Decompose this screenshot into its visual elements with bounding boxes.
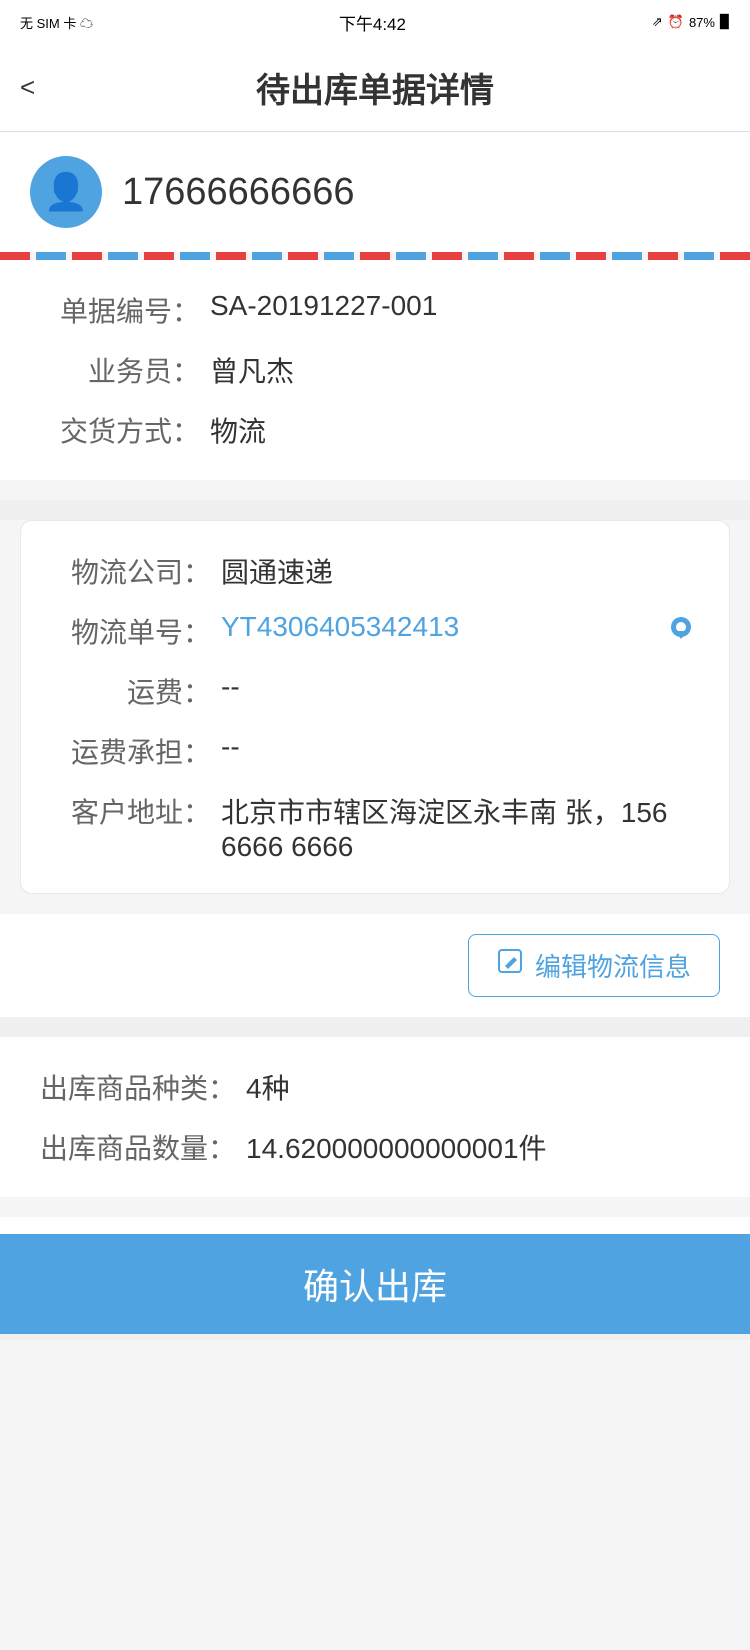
person-icon: 👤 bbox=[44, 171, 89, 213]
edit-icon bbox=[497, 948, 525, 983]
tracking-no-row: 物流单号： YT4306405342413 bbox=[51, 611, 699, 651]
edit-logistics-row: 编辑物流信息 bbox=[0, 914, 750, 1017]
status-left: 无 SIM 卡 ☁ bbox=[20, 13, 93, 32]
customer-header: 👤 17666666666 bbox=[0, 132, 750, 252]
nav-bar: < 待出库单据详情 bbox=[0, 44, 750, 132]
doc-no-value: SA-20191227-001 bbox=[210, 290, 710, 322]
status-bar: 无 SIM 卡 ☁ 下午4:42 ⇗ ⏰ 87% ▉ bbox=[0, 0, 750, 44]
page-title: 待出库单据详情 bbox=[256, 63, 494, 112]
status-right: ⇗ ⏰ 87% ▉ bbox=[652, 14, 730, 30]
address-row: 客户地址： 北京市市辖区海淀区永丰南 张，156 6666 6666 bbox=[51, 791, 699, 863]
confirm-outbound-button[interactable]: 确认出库 bbox=[0, 1258, 750, 1310]
logistics-company-label: 物流公司： bbox=[51, 551, 211, 591]
tracking-no-value: YT4306405342413 bbox=[221, 611, 653, 643]
edit-logistics-button[interactable]: 编辑物流信息 bbox=[468, 934, 720, 997]
goods-quantity-value: 14.620000000000001件 bbox=[246, 1127, 710, 1167]
delivery-method-row: 交货方式： 物流 bbox=[40, 410, 710, 450]
edit-logistics-label: 编辑物流信息 bbox=[535, 947, 691, 984]
freight-bearer-label: 运费承担： bbox=[51, 731, 211, 771]
salesperson-value: 曾凡杰 bbox=[210, 350, 710, 390]
freight-bearer-value: -- bbox=[221, 731, 699, 763]
location-status-icon: ⇗ bbox=[652, 14, 663, 30]
freight-label: 运费： bbox=[51, 671, 211, 711]
address-value: 北京市市辖区海淀区永丰南 张，156 6666 6666 bbox=[221, 791, 699, 863]
freight-bearer-row: 运费承担： -- bbox=[51, 731, 699, 771]
battery-icon: ▉ bbox=[720, 14, 730, 30]
battery-level: 87% bbox=[689, 15, 715, 30]
avatar: 👤 bbox=[30, 156, 102, 228]
logistics-company-row: 物流公司： 圆通速递 bbox=[51, 551, 699, 591]
goods-quantity-row: 出库商品数量： 14.620000000000001件 bbox=[40, 1127, 710, 1167]
salesperson-row: 业务员： 曾凡杰 bbox=[40, 350, 710, 390]
doc-no-label: 单据编号： bbox=[40, 290, 200, 330]
delivery-method-value: 物流 bbox=[210, 410, 710, 450]
goods-quantity-label: 出库商品数量： bbox=[40, 1127, 236, 1167]
goods-section: 出库商品种类： 4种 出库商品数量： 14.620000000000001件 bbox=[0, 1037, 750, 1197]
empty-space bbox=[0, 1340, 750, 1540]
bottom-confirm-area: 确认出库 bbox=[0, 1234, 750, 1334]
order-info-section: 单据编号： SA-20191227-001 业务员： 曾凡杰 交货方式： 物流 bbox=[0, 260, 750, 480]
section-separator-2 bbox=[0, 1017, 750, 1037]
goods-types-label: 出库商品种类： bbox=[40, 1067, 236, 1107]
freight-value: -- bbox=[221, 671, 699, 703]
goods-types-value: 4种 bbox=[246, 1067, 710, 1107]
goods-types-row: 出库商品种类： 4种 bbox=[40, 1067, 710, 1107]
freight-row: 运费： -- bbox=[51, 671, 699, 711]
salesperson-label: 业务员： bbox=[40, 350, 200, 390]
logistics-company-value: 圆通速递 bbox=[221, 551, 699, 591]
tracking-no-label: 物流单号： bbox=[51, 611, 211, 651]
alarm-icon: ⏰ bbox=[668, 14, 684, 30]
map-pin-icon[interactable] bbox=[663, 611, 699, 647]
dashed-divider bbox=[0, 252, 750, 260]
delivery-method-label: 交货方式： bbox=[40, 410, 200, 450]
address-label: 客户地址： bbox=[51, 791, 211, 831]
customer-phone: 17666666666 bbox=[122, 171, 354, 214]
status-time: 下午4:42 bbox=[339, 10, 406, 35]
back-button[interactable]: < bbox=[20, 72, 35, 103]
logistics-section: 物流公司： 圆通速递 物流单号： YT4306405342413 运费： -- … bbox=[20, 520, 730, 894]
section-separator-1 bbox=[0, 500, 750, 520]
doc-no-row: 单据编号： SA-20191227-001 bbox=[40, 290, 710, 330]
